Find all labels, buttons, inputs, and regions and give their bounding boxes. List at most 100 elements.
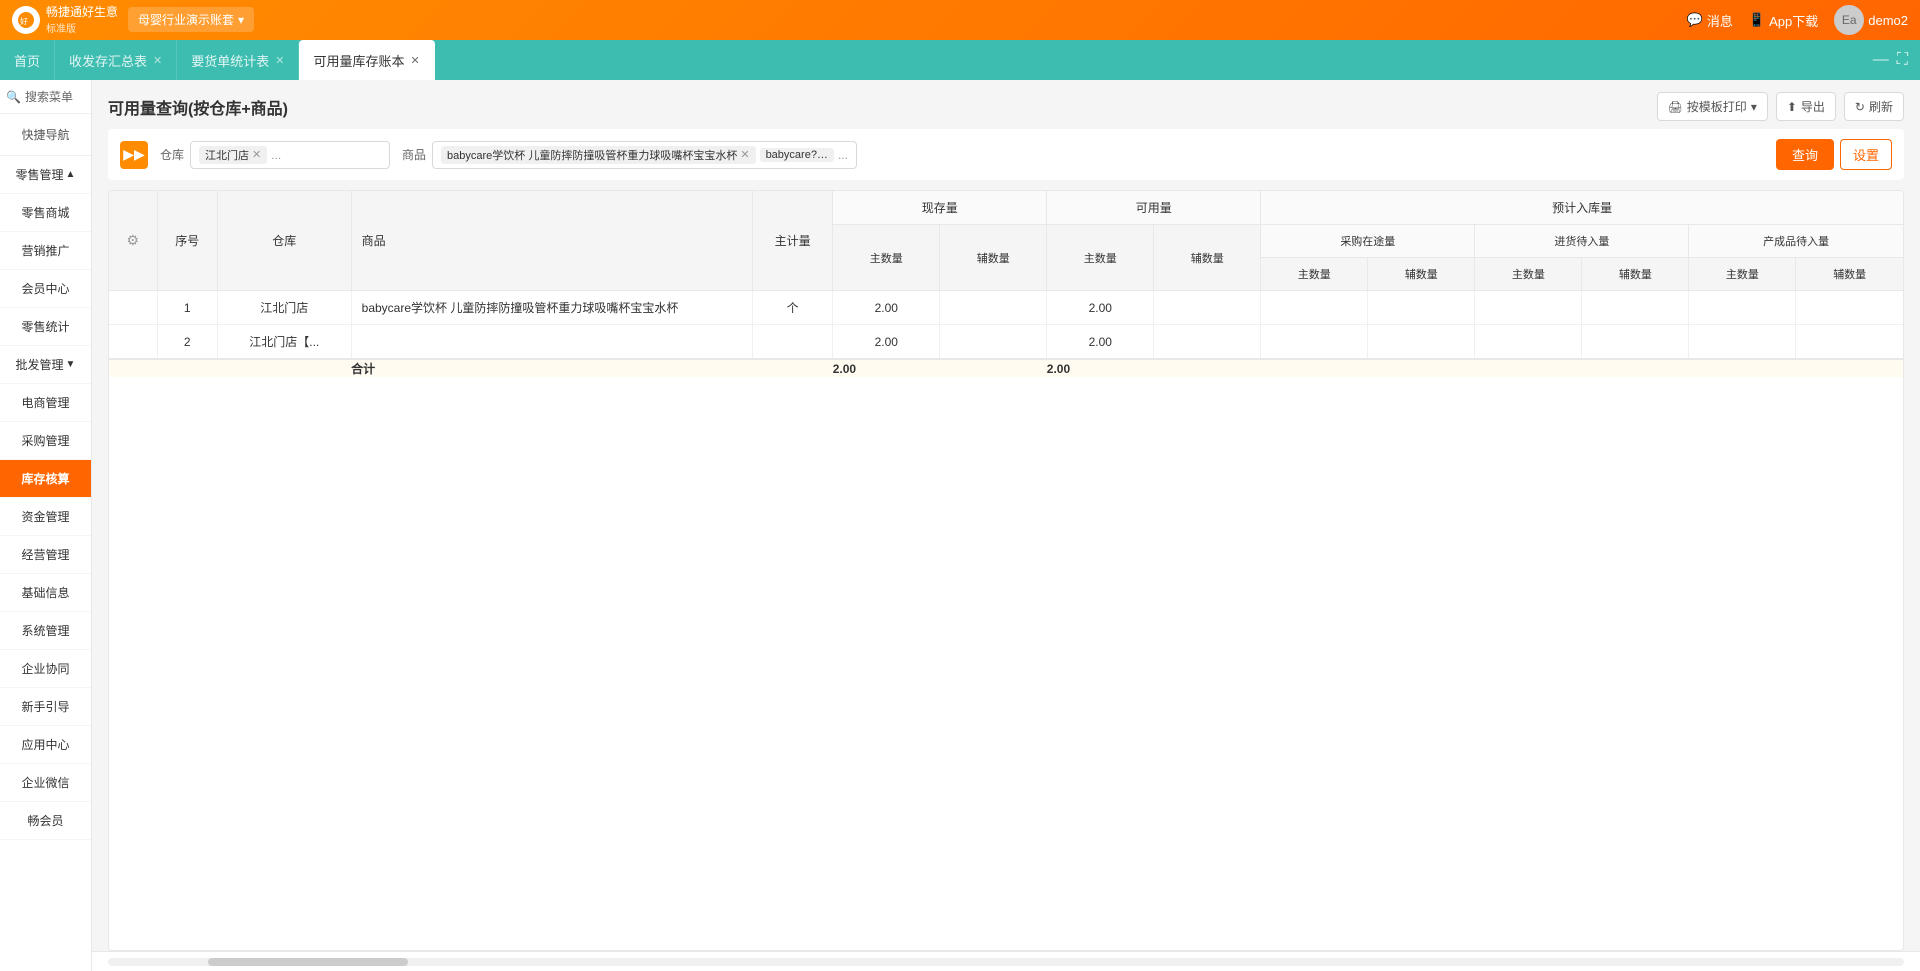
sidebar-item-purchase-mgmt[interactable]: 采购管理 (0, 422, 91, 460)
logo-sub: 标准版 (46, 20, 118, 35)
settings-icon[interactable]: ⚙ (127, 232, 140, 248)
tab-requisition-label: 要货单统计表 (191, 51, 269, 70)
warehouse-more[interactable]: ... (271, 148, 281, 162)
sidebar-search-label: 搜索菜单 (25, 88, 73, 105)
app-download-label: App下载 (1769, 11, 1818, 30)
th-settings[interactable]: ⚙ (109, 191, 157, 291)
scrollbar-thumb[interactable] (208, 958, 408, 966)
cell-purchase-transit-aux (1368, 291, 1475, 325)
sidebar-item-member[interactable]: 畅会员 (0, 802, 91, 840)
warehouse-tag-remove[interactable]: ✕ (252, 148, 261, 161)
minimize-btn[interactable]: — (1873, 51, 1889, 69)
sidebar-section: 零售管理 ▲ 零售商城 营销推广 会员中心 零售统计 批发管理 ▼ 电商管理 (0, 156, 91, 840)
warehouse-label: 仓库 (160, 146, 184, 163)
sidebar-item-batch-mgmt[interactable]: 批发管理 ▼ (0, 346, 91, 384)
print-icon: 🖨 (1668, 100, 1683, 114)
cell-stock-aux (940, 291, 1047, 325)
tenant-selector[interactable]: 母婴行业演示账套 ▾ (128, 7, 254, 32)
query-btn[interactable]: 查询 (1776, 139, 1834, 170)
th-available-main: 主数量 (1047, 225, 1154, 291)
horizontal-scrollbar[interactable] (108, 958, 1904, 966)
summary-available-main: 2.00 (1047, 359, 1154, 377)
refresh-icon: ↻ (1855, 100, 1865, 114)
sidebar-item-enterprise[interactable]: 企业协同 (0, 650, 91, 688)
sidebar-item-inventory[interactable]: 库存核算 (0, 460, 91, 498)
cell-incoming-pending-aux (1582, 291, 1689, 325)
tab-requisition-close[interactable]: ✕ (275, 54, 284, 67)
warehouse-input[interactable]: 江北门店 ✕ ... (190, 141, 390, 169)
summary-label: 合计 (351, 359, 752, 377)
page-title: 可用量查询(按仓库+商品) (108, 95, 288, 119)
page-actions: 🖨 按模板打印 ▾ ⬆ 导出 ↻ 刷新 (1657, 92, 1904, 121)
sidebar-item-new-guide[interactable]: 新手引导 (0, 688, 91, 726)
username: demo2 (1868, 13, 1908, 28)
sidebar-item-retail-stats[interactable]: 零售统计 (0, 308, 91, 346)
app-download-btn[interactable]: 📱 App下载 (1749, 11, 1818, 30)
refresh-btn[interactable]: ↻ 刷新 (1844, 92, 1904, 121)
print-btn[interactable]: 🖨 按模板打印 ▾ (1657, 92, 1768, 121)
tab-available-close[interactable]: ✕ (411, 54, 420, 67)
cell-stock-main-2: 2.00 (833, 325, 940, 360)
tab-available[interactable]: 可用量库存账本 ✕ (299, 40, 434, 80)
tab-requisition[interactable]: 要货单统计表 ✕ (177, 40, 299, 80)
sidebar: 🔍 搜索菜单 快捷导航 零售管理 ▲ 零售商城 营销推广 会员中心 零售统计 (0, 80, 92, 971)
sidebar-item-system[interactable]: 系统管理 (0, 612, 91, 650)
cell-unit: 个 (752, 291, 832, 325)
filter-bar: ▶▶ 仓库 江北门店 ✕ ... 商品 babycare学饮杯 儿童防摔防撞吸管… (108, 129, 1904, 180)
cell-settings (109, 291, 157, 325)
sidebar-item-member-center[interactable]: 会员中心 (0, 270, 91, 308)
th-production-pending-group: 产成品待入量 (1689, 225, 1903, 258)
tenant-name: 母婴行业演示账套 (138, 11, 234, 28)
tab-home[interactable]: 首页 (0, 40, 55, 80)
print-label: 按模板打印 (1687, 98, 1747, 115)
avatar: Ea (1834, 5, 1864, 35)
cell-available-aux (1154, 291, 1261, 325)
goods-more[interactable]: ... (838, 148, 848, 162)
cell-production-pending-main (1689, 291, 1796, 325)
cell-no-2: 2 (157, 325, 217, 360)
sidebar-quick-nav[interactable]: 快捷导航 (0, 118, 91, 151)
cell-purchase-transit-aux-2 (1368, 325, 1475, 360)
user-profile[interactable]: Ea demo2 (1834, 5, 1908, 35)
goods-input[interactable]: babycare学饮杯 儿童防摔防撞吸管杯重力球吸嘴杯宝宝水杯 ✕ babyca… (432, 141, 857, 169)
sidebar-item-enterprise-wechat[interactable]: 企业微信 (0, 764, 91, 802)
cell-incoming-pending-aux-2 (1582, 325, 1689, 360)
top-bar: 好 畅捷通好生意 标准版 母婴行业演示账套 ▾ 💬 消息 📱 App下载 Ea … (0, 0, 1920, 40)
sidebar-item-marketing[interactable]: 营销推广 (0, 232, 91, 270)
goods-tag-1-remove[interactable]: ✕ (740, 148, 749, 161)
sidebar-item-ecommerce[interactable]: 电商管理 (0, 384, 91, 422)
sidebar-item-basic-info[interactable]: 基础信息 (0, 574, 91, 612)
th-incoming-pending-group: 进货待入量 (1475, 225, 1689, 258)
tab-receivable[interactable]: 收发存汇总表 ✕ (55, 40, 177, 80)
sidebar-item-retail-mall[interactable]: 零售商城 (0, 194, 91, 232)
tab-receivable-close[interactable]: ✕ (153, 54, 162, 67)
tab-home-label: 首页 (14, 51, 40, 70)
cell-incoming-pending-main (1475, 291, 1582, 325)
content-area: 可用量查询(按仓库+商品) 🖨 按模板打印 ▾ ⬆ 导出 ↻ 刷新 (92, 80, 1920, 971)
tab-actions: — ⛶ (1873, 51, 1920, 69)
filter-toggle-btn[interactable]: ▶▶ (120, 141, 148, 169)
th-goods: 商品 (351, 191, 752, 291)
maximize-btn[interactable]: ⛶ (1897, 51, 1908, 69)
sidebar-item-retail-mgmt[interactable]: 零售管理 ▲ (0, 156, 91, 194)
setting-btn[interactable]: 设置 (1840, 139, 1892, 170)
main-layout: 🔍 搜索菜单 快捷导航 零售管理 ▲ 零售商城 营销推广 会员中心 零售统计 (0, 80, 1920, 971)
cell-production-pending-main-2 (1689, 325, 1796, 360)
th-no: 序号 (157, 191, 217, 291)
cell-available-main: 2.00 (1047, 291, 1154, 325)
sidebar-item-app-center[interactable]: 应用中心 (0, 726, 91, 764)
dropdown-icon: ▾ (238, 13, 244, 27)
summary-row: 合计 2.00 2.00 (109, 359, 1903, 377)
sidebar-item-finance[interactable]: 资金管理 (0, 498, 91, 536)
sidebar-item-operations[interactable]: 经营管理 (0, 536, 91, 574)
print-arrow-icon: ▾ (1751, 100, 1757, 114)
export-label: 导出 (1801, 98, 1825, 115)
sidebar-search[interactable]: 🔍 搜索菜单 (0, 80, 91, 114)
cell-purchase-transit-main-2 (1261, 325, 1368, 360)
top-bar-left: 好 畅捷通好生意 标准版 母婴行业演示账套 ▾ (12, 5, 254, 34)
th-purchase-transit-group: 采购在途量 (1261, 225, 1475, 258)
message-btn[interactable]: 💬 消息 (1687, 11, 1733, 30)
export-btn[interactable]: ⬆ 导出 (1776, 92, 1836, 121)
search-icon: 🔍 (6, 90, 21, 104)
th-main-unit: 主计量 (752, 191, 832, 291)
